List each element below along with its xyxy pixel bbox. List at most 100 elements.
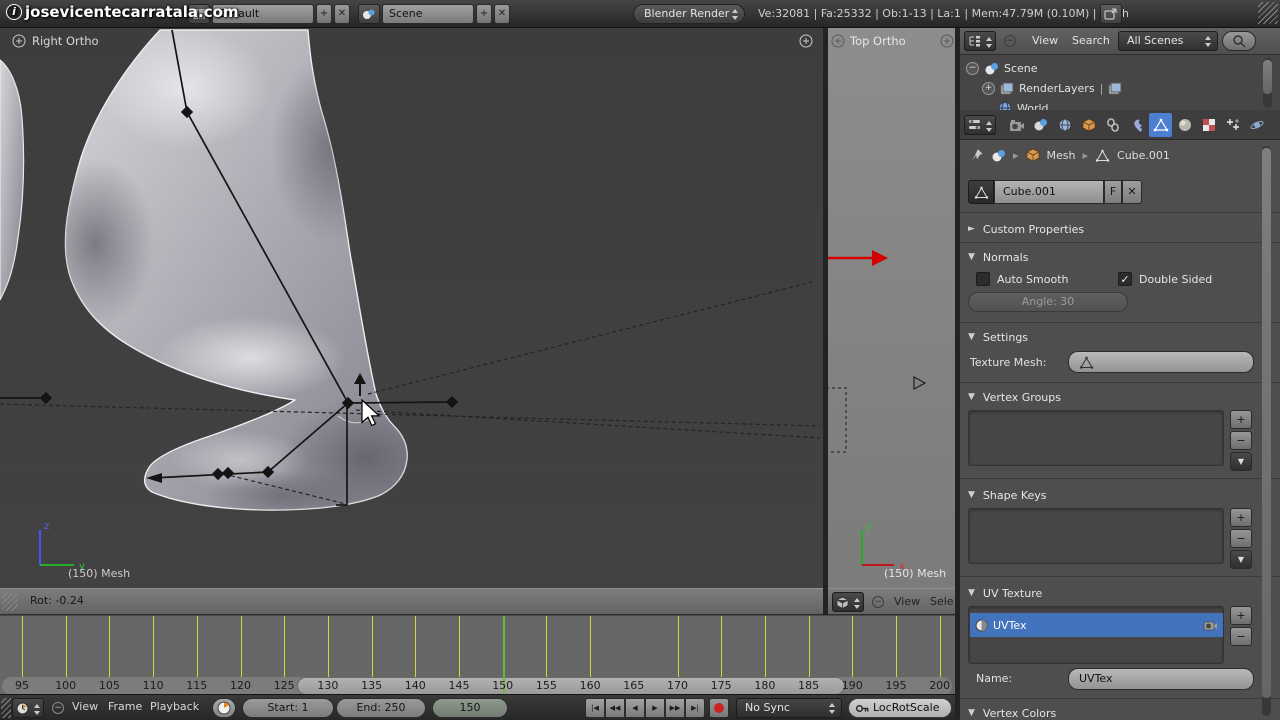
next-keyframe-button[interactable]: ▶▶: [665, 698, 685, 718]
editor-type-select[interactable]: [12, 698, 44, 718]
tab-object[interactable]: [1077, 113, 1100, 137]
keying-set-field[interactable]: LocRotScale: [848, 698, 952, 718]
double-sided-checkbox[interactable]: ✓: [1118, 272, 1132, 286]
breadcrumb-data[interactable]: Cube.001: [1117, 149, 1170, 162]
outliner-item-label[interactable]: RenderLayers: [1019, 82, 1095, 95]
collapse-menus-icon[interactable]: −: [52, 702, 64, 714]
editor-type-select[interactable]: [832, 592, 864, 612]
breadcrumb-object[interactable]: Mesh: [1047, 149, 1076, 162]
section-shape-keys[interactable]: ▼ Shape Keys: [968, 486, 1272, 504]
editor-type-select[interactable]: [964, 31, 996, 51]
corner-grip[interactable]: [1, 698, 11, 718]
prev-keyframe-button[interactable]: ◀◀: [605, 698, 625, 718]
uv-name-field[interactable]: UVTex: [1068, 668, 1254, 690]
section-settings[interactable]: ▼ Settings: [968, 328, 1272, 346]
texture-mesh-field[interactable]: [1068, 351, 1254, 373]
tab-scene[interactable]: [1029, 113, 1052, 137]
properties-scrollbar[interactable]: [1262, 146, 1271, 716]
section-uv-texture[interactable]: ▼ UV Texture: [968, 584, 1272, 602]
scrollbar-thumb[interactable]: [1262, 148, 1271, 698]
current-frame-field[interactable]: 150: [432, 698, 508, 718]
renderlayer-icon[interactable]: [1108, 82, 1122, 95]
tab-particles[interactable]: [1221, 113, 1244, 137]
vertex-groups-list[interactable]: [968, 410, 1224, 466]
play-button[interactable]: ▶: [645, 698, 665, 718]
view-menu[interactable]: View: [72, 695, 98, 719]
second-leg-mesh[interactable]: [0, 59, 25, 301]
camera-icon[interactable]: [1203, 619, 1218, 631]
search-menu[interactable]: Search: [1072, 28, 1110, 53]
outliner-row-scene[interactable]: − Scene: [966, 58, 1038, 78]
playback-menu[interactable]: Playback: [150, 695, 199, 719]
section-custom-properties[interactable]: ► Custom Properties: [968, 220, 1272, 238]
fake-user-button[interactable]: F: [1104, 180, 1122, 204]
tab-mesh-data[interactable]: [1149, 112, 1172, 137]
plus-icon[interactable]: [835, 38, 841, 44]
outliner-filter-select[interactable]: All Scenes: [1118, 31, 1218, 51]
close-scene-button[interactable]: ✕: [494, 4, 510, 24]
unlink-button[interactable]: ✕: [1122, 180, 1142, 204]
tab-texture[interactable]: [1197, 113, 1220, 137]
render-engine-select[interactable]: Blender Render: [633, 4, 745, 24]
jump-to-end-button[interactable]: ▶|: [685, 698, 705, 718]
tab-constraints[interactable]: [1101, 113, 1124, 137]
outliner-item-label[interactable]: Scene: [1004, 62, 1038, 75]
pin-icon[interactable]: [970, 148, 984, 162]
leg-mesh[interactable]: [35, 28, 450, 522]
select-menu[interactable]: Sele: [930, 589, 954, 614]
sync-mode-select[interactable]: No Sync: [736, 698, 842, 718]
outliner-scrollbar[interactable]: [1263, 58, 1272, 108]
editor-type-select[interactable]: [964, 114, 996, 135]
angle-slider[interactable]: Angle: 30: [968, 292, 1128, 312]
vertex-group-specials-menu[interactable]: ▼: [1230, 452, 1252, 471]
add-scene-button[interactable]: +: [476, 4, 492, 24]
view-menu[interactable]: View: [1032, 28, 1058, 53]
start-frame-slider[interactable]: Start: 1: [242, 698, 334, 718]
add-layout-button[interactable]: +: [316, 4, 332, 24]
remove-uv-map-button[interactable]: −: [1230, 627, 1252, 646]
uv-map-row-selected[interactable]: UVTex: [970, 613, 1223, 637]
collapse-menus-icon[interactable]: −: [872, 596, 884, 608]
viewport-top-ortho[interactable]: Top Ortho y x (150) Mesh: [825, 28, 958, 588]
tab-world[interactable]: [1053, 113, 1076, 137]
object-icon[interactable]: [991, 149, 1006, 162]
scrollbar-thumb[interactable]: [1263, 60, 1272, 94]
plus-icon[interactable]: [16, 38, 22, 44]
search-button[interactable]: [1222, 31, 1256, 51]
jump-to-start-button[interactable]: |◀: [585, 698, 605, 718]
add-shape-key-button[interactable]: +: [1230, 508, 1252, 527]
close-layout-button[interactable]: ✕: [334, 4, 350, 24]
view-menu[interactable]: View: [894, 589, 920, 614]
shape-keys-list[interactable]: [968, 508, 1224, 564]
collapse-menus-icon[interactable]: −: [1004, 35, 1016, 47]
remove-vertex-group-button[interactable]: −: [1230, 431, 1252, 450]
section-vertex-colors[interactable]: ▼ Vertex Colors: [968, 704, 1272, 720]
tab-render[interactable]: [1005, 113, 1028, 137]
record-button[interactable]: [709, 698, 729, 718]
add-uv-map-button[interactable]: +: [1230, 606, 1252, 625]
outliner-row-renderlayers[interactable]: + RenderLayers |: [982, 78, 1122, 98]
auto-smooth-checkbox[interactable]: [976, 272, 990, 286]
play-reverse-button[interactable]: ◀: [625, 698, 645, 718]
tab-modifiers[interactable]: [1125, 113, 1148, 137]
corner-grip[interactable]: [1258, 2, 1278, 24]
section-vertex-groups[interactable]: ▼ Vertex Groups: [968, 388, 1272, 406]
corner-grip[interactable]: [2, 593, 18, 611]
tab-material[interactable]: [1173, 113, 1196, 137]
remove-shape-key-button[interactable]: −: [1230, 529, 1252, 548]
timeline-editor[interactable]: 95 100 105 110 115 120 125 130 135 140 145 150 155 16…: [0, 615, 955, 694]
scene-icon[interactable]: [358, 4, 380, 24]
end-frame-slider[interactable]: End: 250: [336, 698, 426, 718]
uv-texture-list[interactable]: UVTex: [968, 606, 1224, 664]
frame-menu[interactable]: Frame: [108, 695, 142, 719]
viewport-right-ortho[interactable]: Right Ortho z y (150) Mesh: [0, 28, 823, 588]
scene-name-field[interactable]: Scene: [382, 4, 474, 24]
new-window-icon[interactable]: [1100, 4, 1122, 24]
expand-icon[interactable]: +: [982, 81, 995, 95]
time-indicator-button[interactable]: [212, 698, 236, 718]
section-normals[interactable]: ▼ Normals: [968, 248, 1272, 266]
datablock-name-field[interactable]: Cube.001: [994, 180, 1104, 204]
shape-key-specials-menu[interactable]: ▼: [1230, 550, 1252, 569]
collapse-icon[interactable]: −: [966, 61, 979, 75]
tab-physics[interactable]: [1245, 113, 1268, 137]
